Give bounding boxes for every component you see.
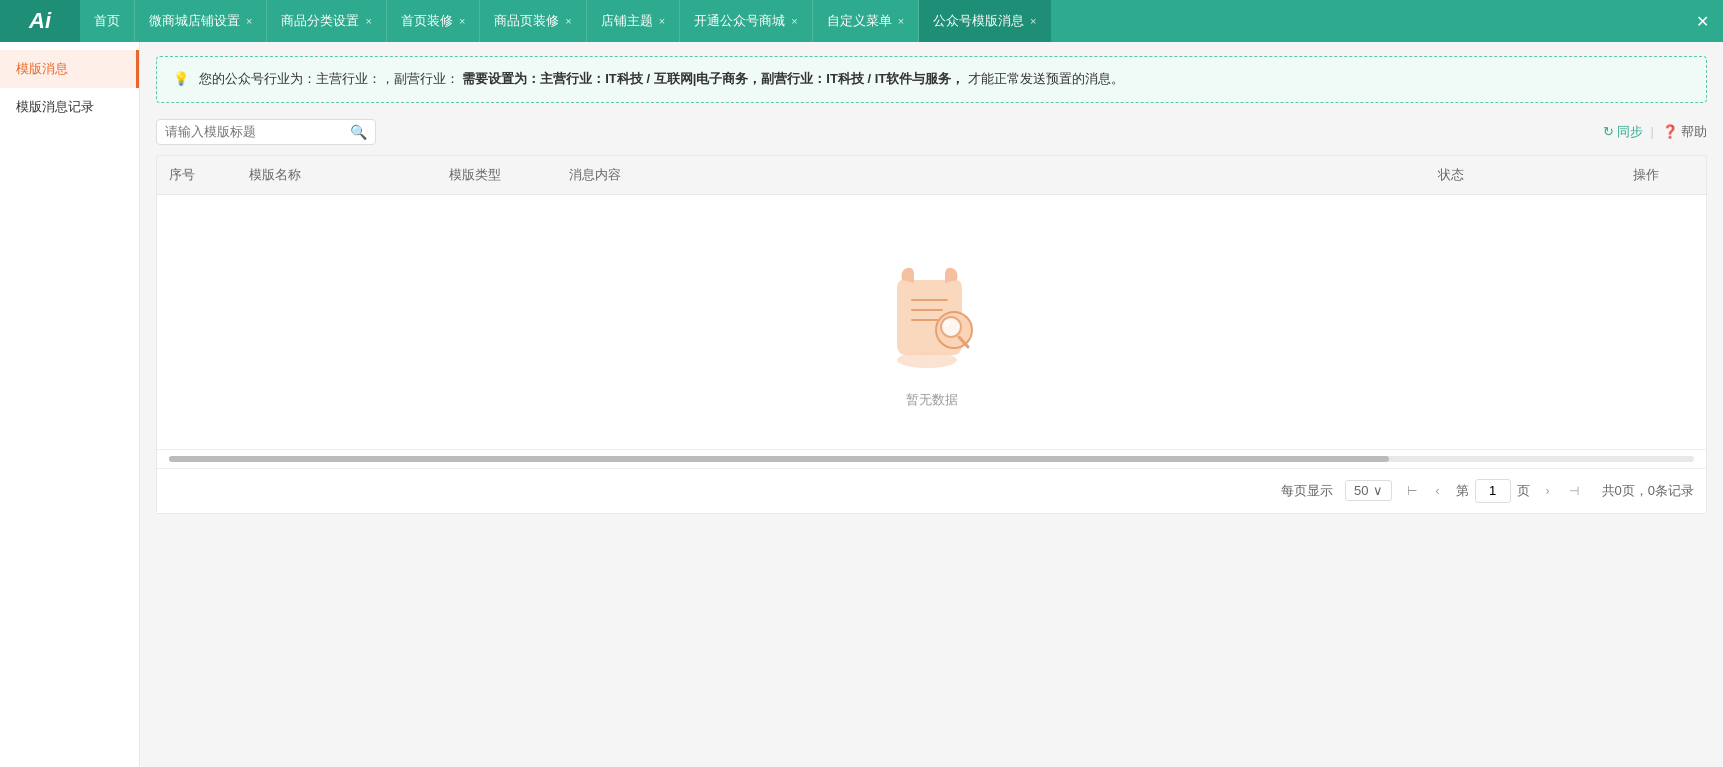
- empty-text: 暂无数据: [906, 391, 958, 409]
- per-page-value: 50: [1354, 483, 1368, 498]
- col-content: 消息内容: [557, 166, 1426, 184]
- sync-button[interactable]: ↻ 同步: [1603, 123, 1643, 141]
- alert-highlight: 需要设置为：主营行业：IT科技 / 互联网|电子商务，副营行业：IT科技 / I…: [462, 71, 964, 86]
- sidebar-item-0[interactable]: 模版消息: [0, 50, 139, 88]
- nav-tab-8[interactable]: 公众号模版消息 ×: [919, 0, 1051, 42]
- nav-tab-close-4[interactable]: ×: [565, 15, 571, 27]
- main-layout: 模版消息模版消息记录 💡 您的公众号行业为：主营行业：，副营行业： 需要设置为：…: [0, 42, 1723, 767]
- nav-tab-2[interactable]: 商品分类设置 ×: [267, 0, 386, 42]
- search-input-wrap[interactable]: 🔍: [156, 119, 376, 145]
- col-seq: 序号: [157, 166, 237, 184]
- scrollbar-thumb[interactable]: [169, 456, 1389, 462]
- nav-tab-label-7: 自定义菜单: [827, 12, 892, 30]
- scrollbar-track[interactable]: [169, 456, 1694, 462]
- prev-page-button[interactable]: ‹: [1426, 479, 1450, 503]
- nav-tab-close-7[interactable]: ×: [898, 15, 904, 27]
- nav-tab-7[interactable]: 自定义菜单 ×: [813, 0, 919, 42]
- svg-point-5: [941, 317, 961, 337]
- search-bar: 🔍 ↻ 同步 | ❓ 帮助: [156, 119, 1707, 145]
- page-prefix-label: 第: [1456, 482, 1469, 500]
- search-input[interactable]: [165, 124, 350, 139]
- svg-point-7: [944, 320, 950, 326]
- alert-suffix: 才能正常发送预置的消息。: [968, 71, 1124, 86]
- nav-tab-1[interactable]: 微商城店铺设置 ×: [135, 0, 267, 42]
- nav-tab-close-8[interactable]: ×: [1030, 15, 1036, 27]
- nav-tab-4[interactable]: 商品页装修 ×: [480, 0, 586, 42]
- nav-tab-label-5: 店铺主题: [601, 12, 653, 30]
- nav-tab-label-0: 首页: [94, 12, 120, 30]
- sync-label: 同步: [1617, 123, 1643, 141]
- last-page-button[interactable]: ⊣: [1562, 479, 1586, 503]
- nav-tab-label-2: 商品分类设置: [281, 12, 359, 30]
- alert-icon: 💡: [173, 71, 189, 86]
- content-area: 💡 您的公众号行业为：主营行业：，副营行业： 需要设置为：主营行业：IT科技 /…: [140, 42, 1723, 767]
- next-page-button[interactable]: ›: [1536, 479, 1560, 503]
- nav-tab-5[interactable]: 店铺主题 ×: [587, 0, 680, 42]
- empty-state: 暂无数据: [157, 195, 1706, 449]
- search-actions: ↻ 同步 | ❓ 帮助: [1603, 123, 1707, 141]
- nav-tab-close-1[interactable]: ×: [246, 15, 252, 27]
- sidebar-item-1[interactable]: 模版消息记录: [0, 88, 139, 126]
- logo: Ai: [0, 0, 80, 42]
- col-name: 模版名称: [237, 166, 437, 184]
- nav-tab-close-3[interactable]: ×: [459, 15, 465, 27]
- nav-tab-close-2[interactable]: ×: [365, 15, 371, 27]
- alert-prefix: 您的公众号行业为：主营行业：，副营行业：: [199, 71, 459, 86]
- table-scrollbar[interactable]: [157, 449, 1706, 468]
- sync-icon: ↻: [1603, 124, 1614, 139]
- help-button[interactable]: ❓ 帮助: [1662, 123, 1707, 141]
- table-header: 序号 模版名称 模版类型 消息内容 状态 操作: [157, 156, 1706, 195]
- col-action: 操作: [1586, 166, 1706, 184]
- total-label: 共0页，0条记录: [1602, 482, 1694, 500]
- empty-icon: [872, 255, 992, 375]
- nav-tab-6[interactable]: 开通公众号商城 ×: [680, 0, 812, 42]
- col-type: 模版类型: [437, 166, 557, 184]
- chevron-down-icon: ∨: [1373, 483, 1383, 498]
- nav-tab-label-6: 开通公众号商城: [694, 12, 785, 30]
- sidebar: 模版消息模版消息记录: [0, 42, 140, 767]
- nav-tab-close-5[interactable]: ×: [659, 15, 665, 27]
- divider: |: [1651, 124, 1654, 139]
- per-page-select[interactable]: 50 ∨: [1345, 480, 1391, 501]
- logo-text: Ai: [29, 8, 51, 34]
- col-status: 状态: [1426, 166, 1586, 184]
- data-table: 序号 模版名称 模版类型 消息内容 状态 操作: [156, 155, 1707, 514]
- first-page-button[interactable]: ⊢: [1400, 479, 1424, 503]
- per-page-label: 每页显示: [1281, 482, 1333, 500]
- nav-tabs: 首页微商城店铺设置×商品分类设置×首页装修×商品页装修×店铺主题×开通公众号商城…: [80, 0, 1682, 42]
- close-all-button[interactable]: ✕: [1682, 0, 1723, 42]
- help-icon: ❓: [1662, 124, 1678, 139]
- pagination: 每页显示 50 ∨ ⊢ ‹ 第 页 › ⊣ 共0页，0条记录: [157, 468, 1706, 513]
- nav-tab-close-6[interactable]: ×: [791, 15, 797, 27]
- nav-tab-3[interactable]: 首页装修 ×: [387, 0, 480, 42]
- top-nav: Ai 首页微商城店铺设置×商品分类设置×首页装修×商品页装修×店铺主题×开通公众…: [0, 0, 1723, 42]
- help-label: 帮助: [1681, 123, 1707, 141]
- page-nav: ⊢ ‹ 第 页 › ⊣: [1400, 479, 1586, 503]
- page-unit-label: 页: [1517, 482, 1530, 500]
- alert-box: 💡 您的公众号行业为：主营行业：，副营行业： 需要设置为：主营行业：IT科技 /…: [156, 56, 1707, 103]
- search-icon[interactable]: 🔍: [350, 124, 367, 140]
- page-input[interactable]: [1475, 479, 1511, 503]
- nav-tab-0[interactable]: 首页: [80, 0, 135, 42]
- nav-tab-label-3: 首页装修: [401, 12, 453, 30]
- nav-tab-label-8: 公众号模版消息: [933, 12, 1024, 30]
- nav-tab-label-4: 商品页装修: [494, 12, 559, 30]
- nav-tab-label-1: 微商城店铺设置: [149, 12, 240, 30]
